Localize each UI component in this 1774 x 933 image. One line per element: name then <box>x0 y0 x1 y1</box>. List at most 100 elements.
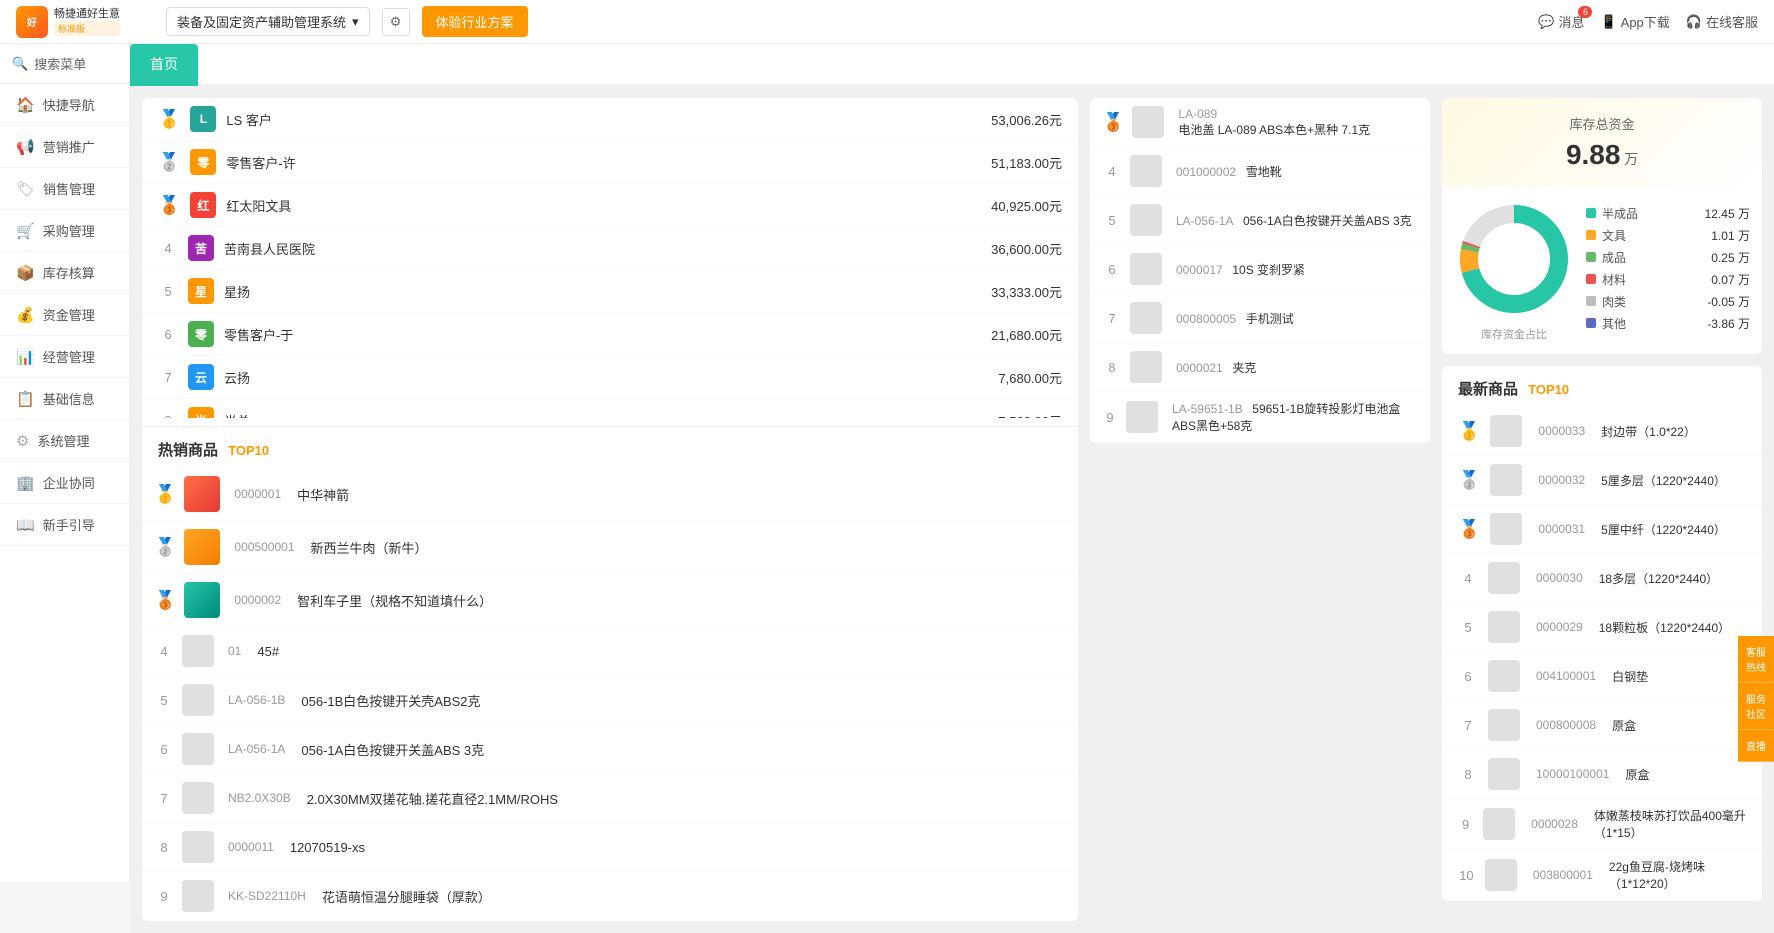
sidebar-item-marketing[interactable]: 📢 营销推广 <box>0 126 129 168</box>
gear-button[interactable]: ⚙ <box>382 8 410 36</box>
legend-item-4: 肉类 -0.05 万 <box>1586 293 1750 310</box>
phone-icon: 📱 <box>1600 14 1616 30</box>
np-rank-4: 4 <box>1458 571 1478 586</box>
purchase-icon: 🛒 <box>16 222 35 240</box>
top-scroll-area[interactable]: 🥇 L LS 客户 53,006.26元 🥈 零 零售客户-许 51,183.0… <box>142 98 1078 418</box>
sp-img-5 <box>1130 302 1162 334</box>
customer-rank-list: 🥇 L LS 客户 53,006.26元 🥈 零 零售客户-许 51,183.0… <box>142 98 1078 418</box>
float-live-btn[interactable]: 直播 <box>1738 730 1774 762</box>
rank-num-5: 5 <box>158 284 178 299</box>
hot-product-7: 7 NB2.0X30B 2.0X30MM双搓花轴.搓花直径2.1MM/ROHS <box>142 774 1078 823</box>
hp-name-1: 中华神箭 <box>297 485 349 504</box>
sidebar-item-system[interactable]: ⚙ 系统管理 <box>0 420 129 462</box>
sidebar-item-sales[interactable]: 🏷 销售管理 <box>0 168 129 210</box>
np-code-7: 000800008 <box>1536 718 1596 732</box>
np-name-6: 白钢垫 <box>1612 668 1648 685</box>
hp-img-5 <box>182 684 214 716</box>
np-item-10: 10 003800001 22g鱼豆腐-烧烤味（1*12*20） <box>1442 850 1762 901</box>
sidebar-item-inventory[interactable]: 📦 库存核算 <box>0 252 129 294</box>
np-medal-3: 🥉 <box>1458 519 1480 540</box>
np-item-6: 6 004100001 白钢垫 <box>1442 652 1762 701</box>
sidebar-item-purchase[interactable]: 🛒 采购管理 <box>0 210 129 252</box>
sp-img-3 <box>1130 204 1162 236</box>
sidebar-item-corp[interactable]: 🏢 企业协同 <box>0 462 129 504</box>
sidebar-item-guide[interactable]: 📖 新手引导 <box>0 504 129 546</box>
sidebar-item-finance[interactable]: 💰 资金管理 <box>0 294 129 336</box>
finance-icon: 💰 <box>16 306 35 324</box>
scroll-product-7: 7 000800005 手机测试 <box>1090 294 1430 343</box>
sidebar-label-home: 快捷导航 <box>43 95 95 114</box>
hp-img-6 <box>182 733 214 765</box>
legend-val-2: 0.25 万 <box>1711 249 1750 266</box>
rank-num-6: 6 <box>158 327 178 342</box>
system-select[interactable]: 装备及固定资产辅助管理系统 ▾ <box>166 7 370 36</box>
chart-section: 库存资金占比 半成品 12.45 万 文具 1.01 万 <box>1442 187 1762 354</box>
header-center: 装备及固定资产辅助管理系统 ▾ ⚙ 体验行业方案 <box>166 6 1538 37</box>
online-service-button[interactable]: 🎧 在线客服 <box>1686 12 1758 31</box>
corp-icon: 🏢 <box>16 474 35 492</box>
trial-button[interactable]: 体验行业方案 <box>422 6 528 37</box>
hp-img-4 <box>182 635 214 667</box>
hp-img-8 <box>182 831 214 863</box>
np-code-2: 0000032 <box>1538 473 1585 487</box>
float-community-btn[interactable]: 服务社区 <box>1738 683 1774 730</box>
tab-home[interactable]: 首页 <box>130 44 198 86</box>
np-name-5: 18颗粒板（1220*2440） <box>1599 619 1730 636</box>
scrolling-products-card: 🥉 LA-089 电池盖 LA-089 ABS本色+黑种 7.1克 4 <box>1090 98 1430 443</box>
app-download-button[interactable]: 📱 App下载 <box>1600 12 1669 31</box>
np-img-9 <box>1483 808 1515 840</box>
np-name-1: 封边带（1.0*22） <box>1601 423 1696 440</box>
hot-product-5: 5 LA-056-1B 056-1B白色按键开关壳ABS2克 <box>142 676 1078 725</box>
avatar-6: 零 <box>188 321 214 347</box>
chart-legend: 半成品 12.45 万 文具 1.01 万 成品 0.25 万 <box>1586 205 1750 337</box>
avatar-2: 零 <box>190 149 216 175</box>
hp-rank-6: 6 <box>154 742 174 757</box>
system-icon: ⚙ <box>16 432 29 450</box>
np-item-3: 🥉 0000031 5厘中纤（1220*2440） <box>1442 505 1762 554</box>
float-service-btn[interactable]: 客服热线 <box>1738 636 1774 683</box>
sp-rank-4: 6 <box>1102 262 1122 277</box>
float-buttons: 客服热线 服务社区 直播 <box>1738 636 1774 762</box>
guide-icon: 📖 <box>16 516 35 534</box>
rank-num-4: 4 <box>158 241 178 256</box>
hp-rank-4: 4 <box>154 644 174 659</box>
legend-name-1: 文具 <box>1602 227 1705 244</box>
np-rank-5: 5 <box>1458 620 1478 635</box>
hp-code-5: LA-056-1B <box>228 693 285 707</box>
hp-img-9 <box>182 880 214 912</box>
logo-area: 好 畅捷通好生意 标准版 <box>16 6 146 38</box>
medal-gold-icon: 🥇 <box>158 109 180 130</box>
mid-panel: 🥉 LA-089 电池盖 LA-089 ABS本色+黑种 7.1克 4 <box>1090 98 1430 921</box>
scroll-product-9: 9 LA-59651-1B 59651-1B旋转投影灯电池盒ABS黑色+58克 <box>1090 392 1430 443</box>
inventory-unit: 万 <box>1624 151 1638 167</box>
np-item-8: 8 10000100001 原盒 <box>1442 750 1762 799</box>
avatar-4: 苦 <box>188 235 214 261</box>
legend-item-0: 半成品 12.45 万 <box>1586 205 1750 222</box>
hp-name-9: 花语萌恒温分腿睡袋（厚款） <box>322 887 491 906</box>
sidebar-item-operation[interactable]: 📊 经营管理 <box>0 336 129 378</box>
legend-dot-2 <box>1586 252 1596 262</box>
sp-rank-7: 9 <box>1102 410 1118 425</box>
hot-product-1: 🥇 0000001 中华神箭 <box>142 468 1078 521</box>
np-medal-1: 🥇 <box>1458 421 1480 442</box>
np-medal-2: 🥈 <box>1458 470 1480 491</box>
avatar-1: L <box>190 106 216 132</box>
np-name-9: 体嫩蒸枝味苏打饮品400毫升（1*15） <box>1594 807 1746 841</box>
legend-val-4: -0.05 万 <box>1707 293 1750 310</box>
sidebar-item-basic[interactable]: 📋 基础信息 <box>0 378 129 420</box>
rank-item-1: 🥇 L LS 客户 53,006.26元 <box>142 98 1078 141</box>
hot-product-3: 🥉 0000002 智利车子里（规格不知道填什么） <box>142 574 1078 627</box>
sidebar-search[interactable]: 🔍 搜索菜单 <box>0 44 129 84</box>
hp-medal-1: 🥇 <box>154 484 176 505</box>
np-code-1: 0000033 <box>1538 424 1585 438</box>
message-button[interactable]: 💬 消息 6 <box>1538 12 1584 31</box>
hot-products-section: 热销商品 TOP10 🥇 0000001 中华神箭 🥈 <box>142 426 1078 921</box>
sidebar-item-home[interactable]: 🏠 快捷导航 <box>0 84 129 126</box>
hot-product-6: 6 LA-056-1A 056-1A白色按键开关盖ABS 3克 <box>142 725 1078 774</box>
sidebar-label-finance: 资金管理 <box>43 305 95 324</box>
sidebar-label-operation: 经营管理 <box>43 347 95 366</box>
avatar-7: 云 <box>188 364 214 390</box>
scrolling-product-list: 🥉 LA-089 电池盖 LA-089 ABS本色+黑种 7.1克 4 <box>1090 98 1430 443</box>
left-panel: 🥇 L LS 客户 53,006.26元 🥈 零 零售客户-许 51,183.0… <box>142 98 1078 921</box>
sp-img-4 <box>1130 253 1162 285</box>
